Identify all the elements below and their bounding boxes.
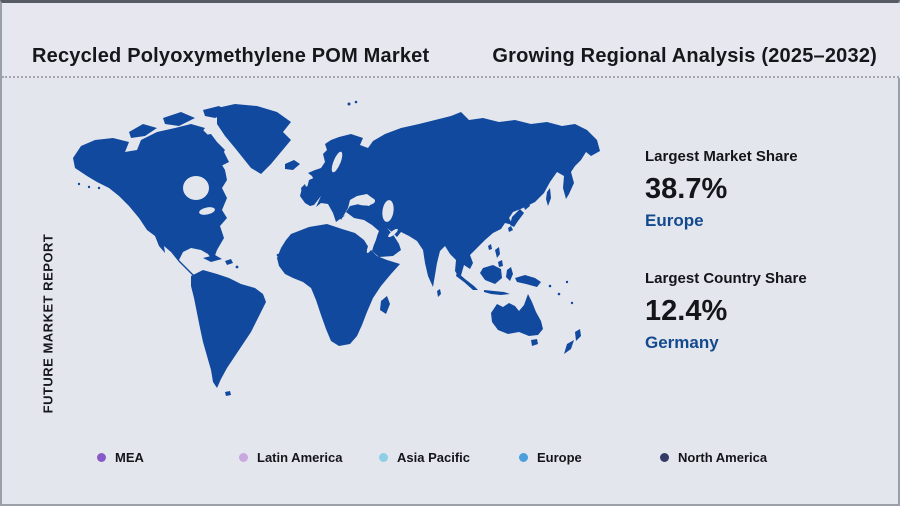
legend-label: Latin America (257, 450, 343, 465)
brand-watermark-text: FUTURE MARKET REPORT (40, 233, 56, 413)
legend-dot-north-america (660, 453, 669, 462)
legend-dot-asia-pacific (379, 453, 388, 462)
legend-label: North America (678, 450, 768, 465)
legend-dot-mea (97, 453, 106, 462)
page-title-right: Growing Regional Analysis (2025–2032) (492, 45, 877, 67)
legend-item-asia-pacific: Asia Pacific (379, 450, 470, 465)
title-bar: Recycled Polyoxymethylene POM Market Gro… (2, 3, 900, 78)
stat-region: Europe (645, 211, 704, 230)
legend-item-mea: MEA (97, 450, 144, 465)
stat-market-share: Largest Market Share 38.7% Europe (645, 148, 885, 231)
page-title-left: Recycled Polyoxymethylene POM Market (32, 45, 430, 67)
legend-dot-latin-america (239, 453, 248, 462)
world-map-svg (73, 100, 600, 396)
legend-label: MEA (115, 450, 144, 465)
stat-label: Largest Market Share (645, 148, 798, 165)
stat-country-share: Largest Country Share 12.4% Germany (645, 270, 885, 353)
stat-value: 12.4% (645, 295, 728, 327)
legend-item-north-america: North America (660, 450, 767, 465)
legend-label: Europe (537, 450, 582, 465)
legend-dot-europe (519, 453, 528, 462)
world-map (67, 98, 602, 403)
infographic-canvas: { "header": { "title_left": "Recycled Po… (0, 0, 900, 506)
stat-region: Germany (645, 333, 719, 352)
stat-value: 38.7% (645, 173, 728, 205)
world-map-land (73, 100, 600, 396)
stat-label: Largest Country Share (645, 270, 807, 287)
legend-item-europe: Europe (519, 450, 582, 465)
legend-label: Asia Pacific (397, 450, 470, 465)
legend-item-latin-america: Latin America (239, 450, 343, 465)
